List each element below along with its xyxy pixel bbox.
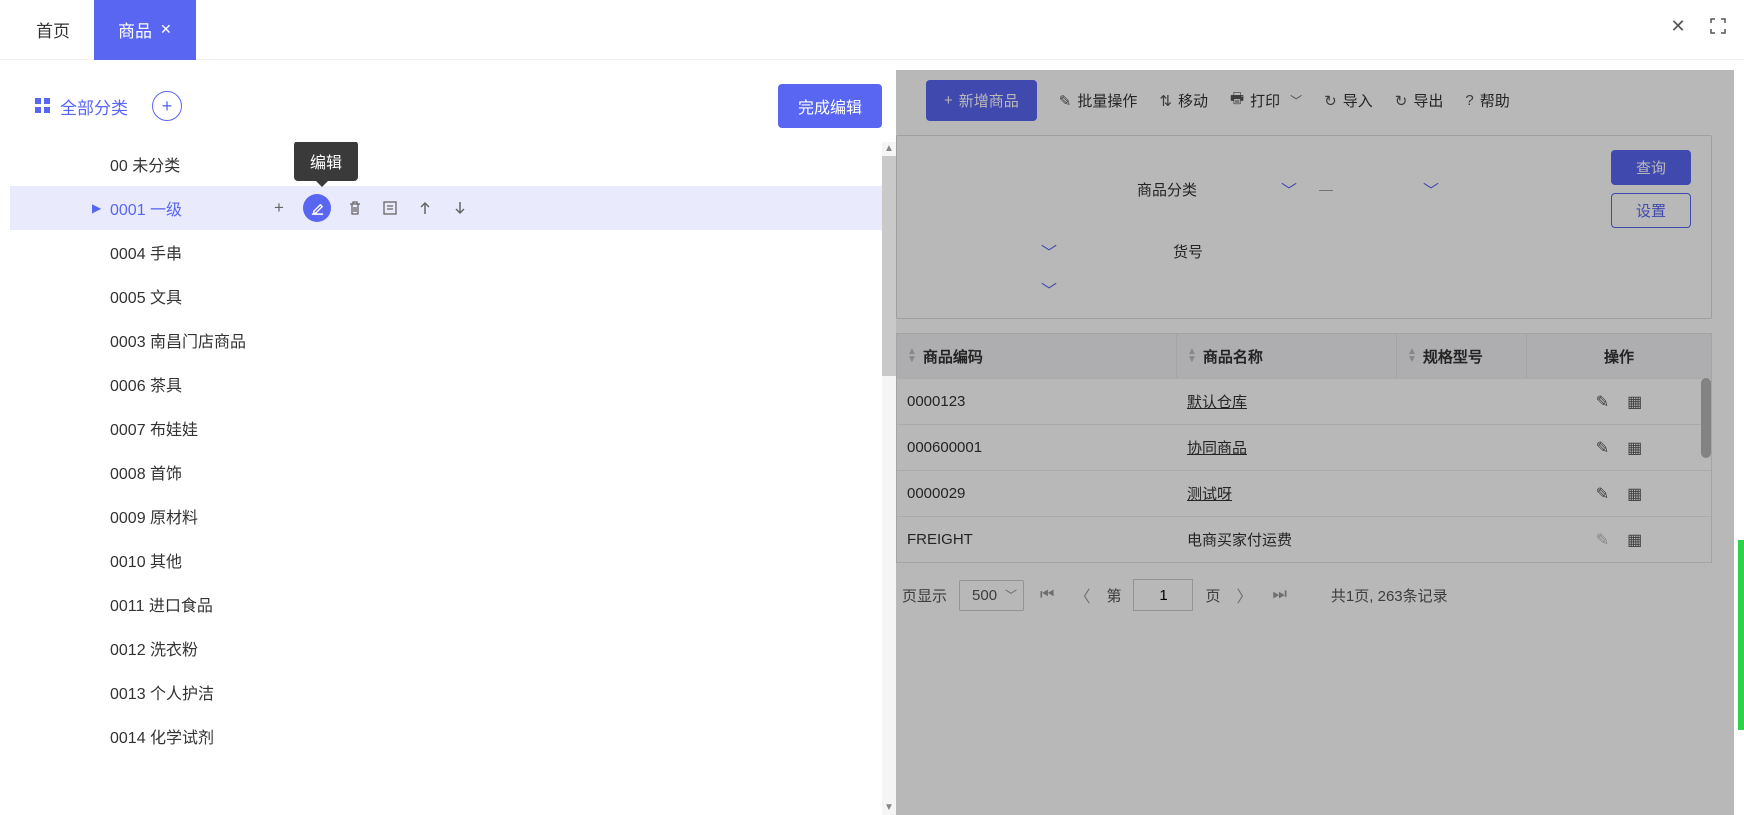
caret-right-icon[interactable]: ▶ <box>92 201 101 215</box>
fullscreen-icon[interactable] <box>1700 8 1736 44</box>
category-tree: 00 未分类 ▶ 0001 一级 编辑 + <box>10 142 896 815</box>
tab-home[interactable]: 首页 <box>12 0 94 60</box>
tree-item[interactable]: 0009 原材料 <box>10 494 896 538</box>
move-down-icon[interactable] <box>449 197 471 219</box>
tree-item-selected[interactable]: ▶ 0001 一级 编辑 + <box>10 186 896 230</box>
add-category-button[interactable]: + <box>152 91 182 121</box>
category-header: 全部分类 + 完成编辑 <box>10 70 896 142</box>
tree-item[interactable]: 0013 个人护洁 <box>10 670 896 714</box>
modal-backdrop[interactable] <box>896 70 1734 815</box>
scroll-up-icon[interactable]: ▲ <box>882 142 896 156</box>
scrollbar-thumb[interactable] <box>882 156 896 376</box>
close-icon[interactable]: ✕ <box>160 21 172 38</box>
tree-item[interactable]: 0012 洗衣粉 <box>10 626 896 670</box>
tree-item[interactable]: 0007 布娃娃 <box>10 406 896 450</box>
edge-marker <box>1738 540 1744 730</box>
tree-item[interactable]: 0005 文具 <box>10 274 896 318</box>
edit-icon[interactable] <box>303 194 331 222</box>
tooltip-edit: 编辑 <box>294 142 358 181</box>
category-panel: 全部分类 + 完成编辑 00 未分类 ▶ 0001 一级 编辑 + <box>10 70 896 815</box>
tree-item-actions: + <box>268 194 471 222</box>
add-icon[interactable]: + <box>268 197 290 219</box>
tree-item[interactable]: 0014 化学试剂 <box>10 714 896 758</box>
tree-item[interactable]: 00 未分类 <box>10 142 896 186</box>
tab-product[interactable]: 商品 ✕ <box>94 0 196 60</box>
product-panel: +新增商品 ✎批量操作 ⇅移动 🖶打印﹀ ↻导入 ↻导出 ?帮助 商品分类 ﹀ … <box>896 70 1734 815</box>
finish-edit-button[interactable]: 完成编辑 <box>778 84 882 128</box>
tree-item[interactable]: 0003 南昌门店商品 <box>10 318 896 362</box>
tree-item[interactable]: 0011 进口食品 <box>10 582 896 626</box>
move-up-icon[interactable] <box>414 197 436 219</box>
tree-item[interactable]: 0004 手串 <box>10 230 896 274</box>
tree-item[interactable]: 0006 茶具 <box>10 362 896 406</box>
top-tabs: 首页 商品 ✕ ✕ <box>0 0 1744 60</box>
tree-item[interactable]: 0008 首饰 <box>10 450 896 494</box>
close-all-icon[interactable]: ✕ <box>1660 8 1696 44</box>
all-categories-link[interactable]: 全部分类 <box>60 94 128 119</box>
scroll-down-icon[interactable]: ▼ <box>882 801 896 815</box>
main: 全部分类 + 完成编辑 00 未分类 ▶ 0001 一级 编辑 + <box>0 60 1744 815</box>
tree-scrollbar[interactable]: ▲ ▼ <box>882 142 896 815</box>
delete-icon[interactable] <box>344 197 366 219</box>
tree-item[interactable]: 0010 其他 <box>10 538 896 582</box>
grid-icon <box>34 97 52 115</box>
assign-icon[interactable] <box>379 197 401 219</box>
